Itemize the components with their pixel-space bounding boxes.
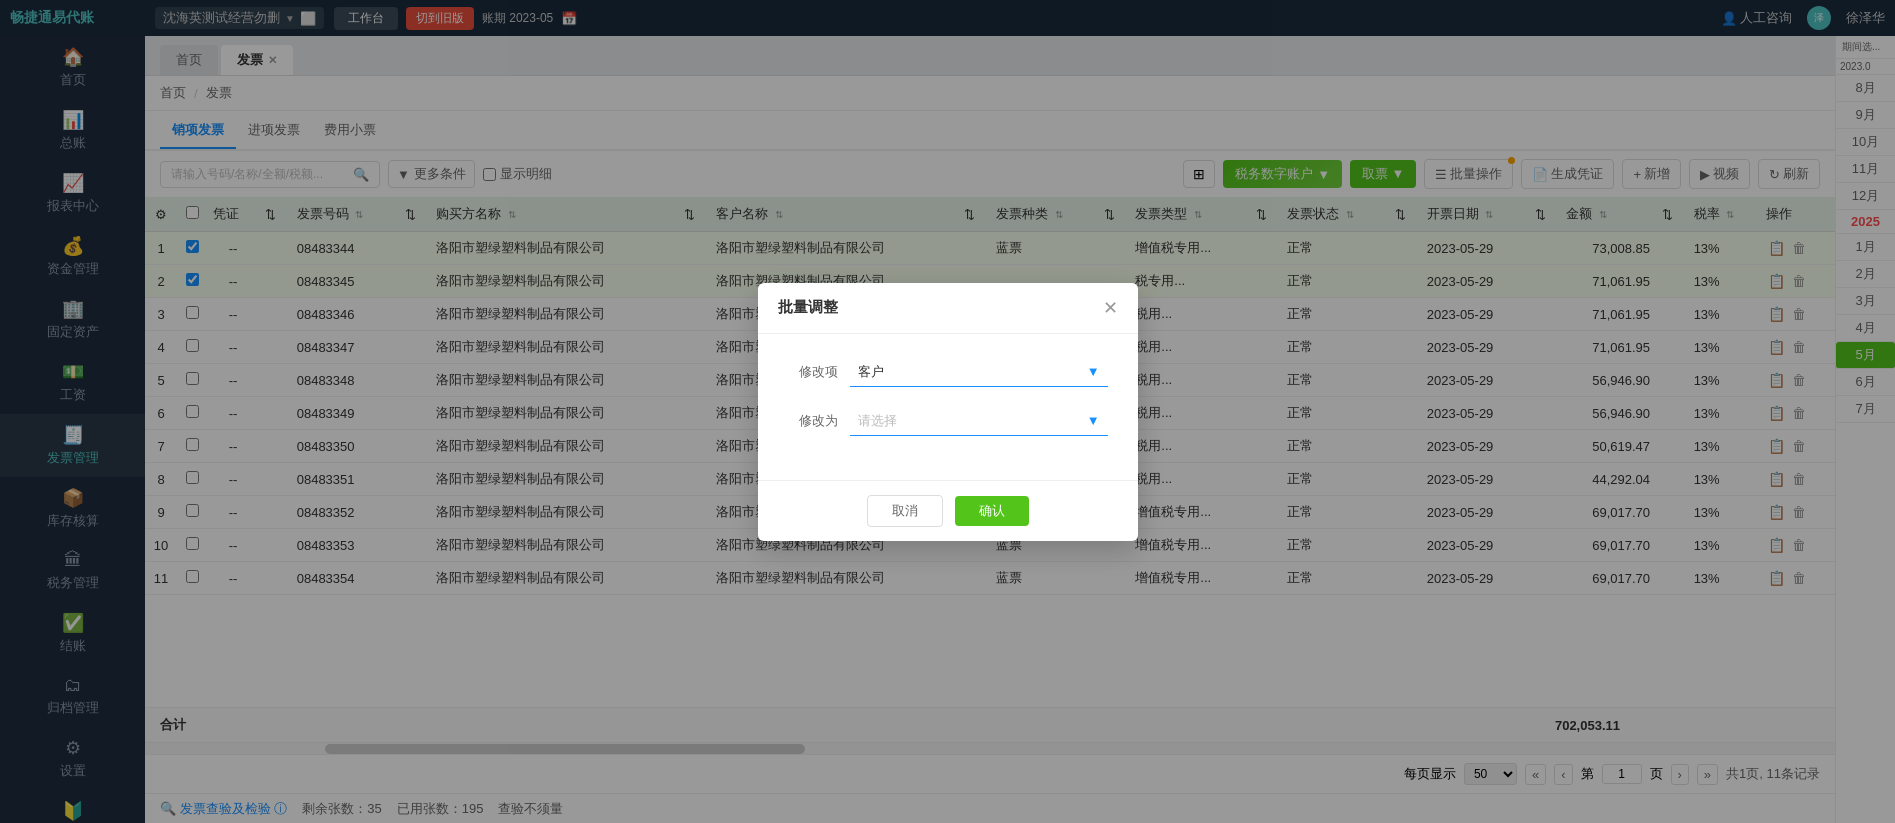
- change-to-label: 修改为: [788, 412, 838, 430]
- modal-header: 批量调整 ✕: [758, 283, 1138, 334]
- change-to-select[interactable]: 请选择 ▼: [850, 407, 1108, 436]
- field-dropdown-icon: ▼: [1087, 364, 1100, 379]
- change-to-row: 修改为 请选择 ▼: [788, 407, 1108, 436]
- modal-body: 修改项 客户 ▼ 修改为 请选择 ▼: [758, 334, 1138, 480]
- modal-overlay[interactable]: 批量调整 ✕ 修改项 客户 ▼ 修改为 请选择 ▼ 取消 确认: [0, 0, 1895, 823]
- change-to-dropdown-icon: ▼: [1087, 413, 1100, 428]
- cancel-button[interactable]: 取消: [867, 495, 943, 527]
- field-row: 修改项 客户 ▼: [788, 358, 1108, 387]
- batch-adjust-modal: 批量调整 ✕ 修改项 客户 ▼ 修改为 请选择 ▼ 取消 确认: [758, 283, 1138, 541]
- field-select[interactable]: 客户 ▼: [850, 358, 1108, 387]
- confirm-button[interactable]: 确认: [955, 496, 1029, 526]
- modal-close-button[interactable]: ✕: [1103, 297, 1118, 319]
- modal-footer: 取消 确认: [758, 480, 1138, 541]
- change-to-placeholder: 请选择: [858, 412, 897, 430]
- modal-title: 批量调整: [778, 298, 838, 317]
- field-value: 客户: [858, 363, 884, 381]
- field-label: 修改项: [788, 363, 838, 381]
